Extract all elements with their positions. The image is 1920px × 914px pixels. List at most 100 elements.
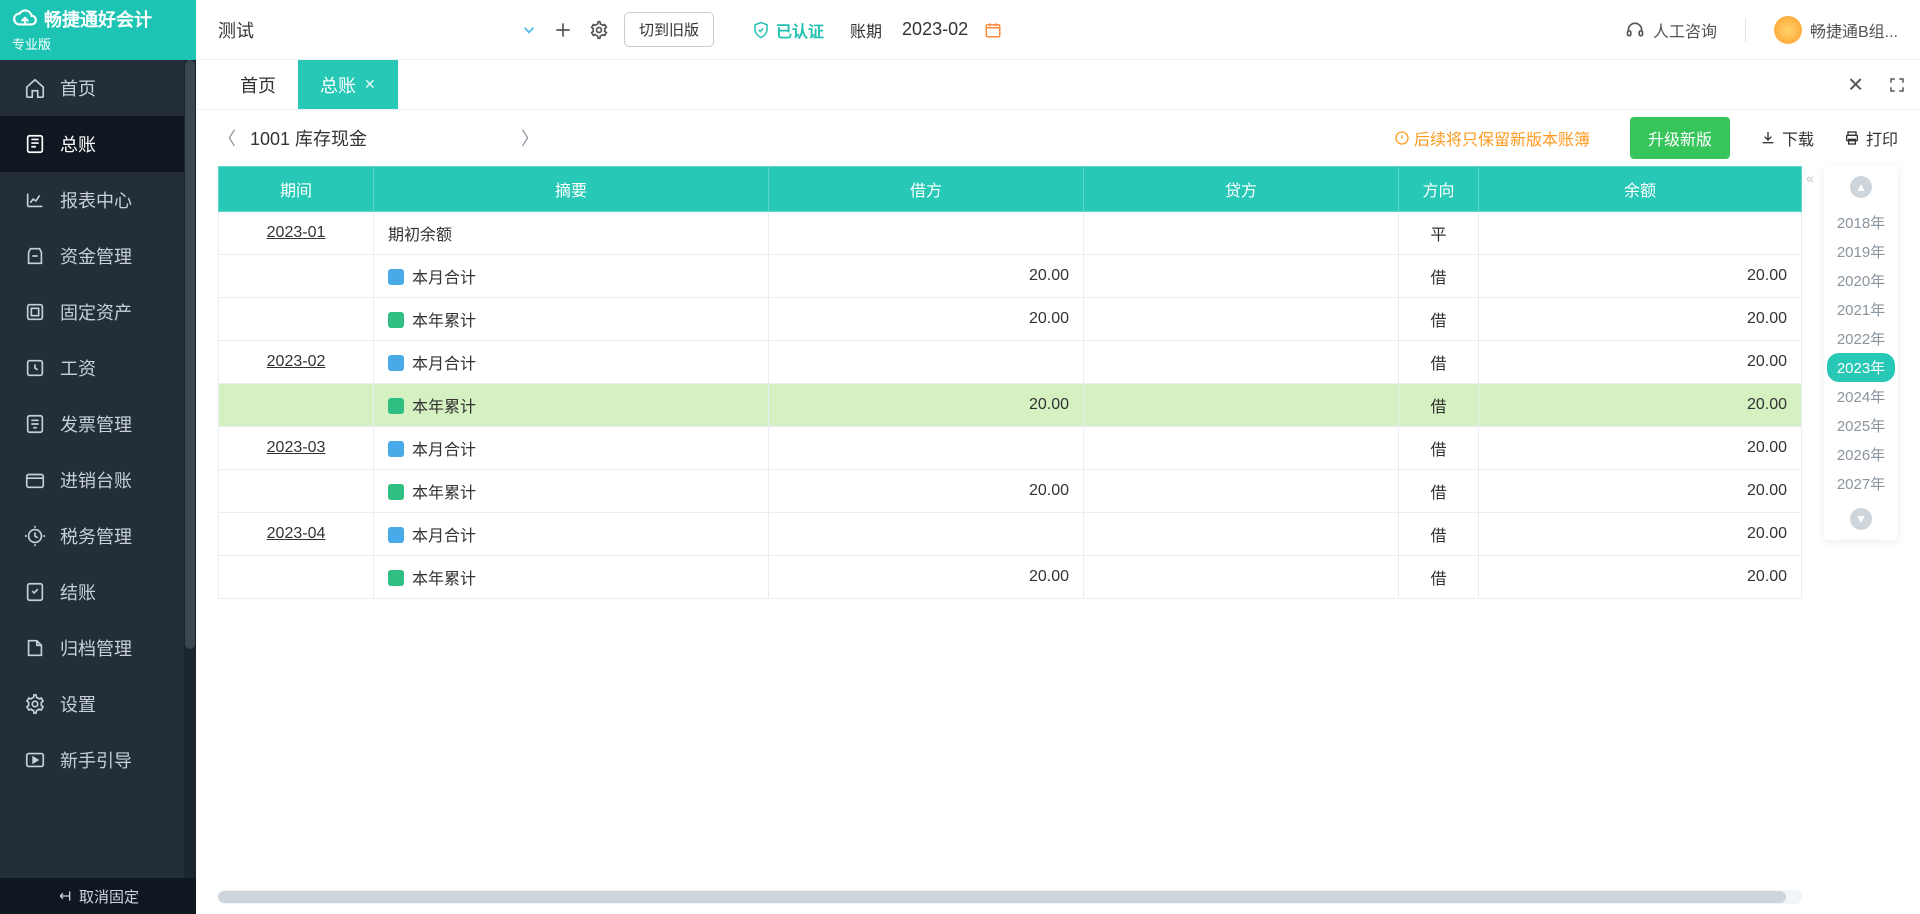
year-option[interactable]: 2023年 — [1827, 353, 1895, 382]
summary-type-icon — [388, 312, 404, 328]
print-button[interactable]: 打印 — [1844, 126, 1898, 150]
consult-button[interactable]: 人工咨询 — [1625, 18, 1717, 42]
upgrade-notice: 后续将只保留新版本账簿 — [1394, 126, 1590, 150]
table-row[interactable]: 本月合计20.00借20.00 — [219, 255, 1802, 298]
tab-strip: 首页 总账 ✕ ✕ — [196, 60, 1920, 110]
cell-period — [219, 556, 374, 599]
company-dropdown[interactable]: 测试 — [218, 17, 538, 43]
old-version-button[interactable]: 切到旧版 — [624, 12, 714, 47]
nav-icon — [24, 357, 46, 379]
collapse-years[interactable]: « — [1806, 170, 1814, 186]
cell-period[interactable]: 2023-03 — [219, 427, 374, 470]
user-menu[interactable]: 畅捷通B组... — [1774, 16, 1898, 44]
summary-type-icon — [388, 441, 404, 457]
upgrade-button[interactable]: 升级新版 — [1630, 117, 1730, 159]
table-row[interactable]: 本年累计20.00借20.00 — [219, 384, 1802, 427]
cell-summary: 本年累计 — [374, 298, 769, 341]
sidebar-item-10[interactable]: 归档管理 — [0, 620, 196, 676]
year-option[interactable]: 2026年 — [1827, 440, 1895, 469]
settings-button[interactable] — [588, 19, 610, 41]
cell-credit — [1084, 212, 1399, 255]
year-option[interactable]: 2022年 — [1827, 324, 1895, 353]
cell-period — [219, 298, 374, 341]
nav-icon — [24, 525, 46, 547]
cell-direction: 借 — [1399, 556, 1479, 599]
cell-summary: 本月合计 — [374, 513, 769, 556]
year-scroll-up[interactable]: ▲ — [1850, 176, 1872, 198]
prev-account[interactable]: 〈 — [218, 125, 236, 151]
summary-type-icon — [388, 398, 404, 414]
table-row[interactable]: 本年累计20.00借20.00 — [219, 298, 1802, 341]
download-button[interactable]: 下载 — [1760, 126, 1814, 150]
cell-summary: 本月合计 — [374, 341, 769, 384]
close-all-tabs[interactable]: ✕ — [1847, 72, 1864, 97]
verified-badge[interactable]: 已认证 — [752, 18, 824, 42]
col-summary: 摘要 — [374, 167, 769, 212]
fullscreen-button[interactable] — [1888, 76, 1906, 94]
sidebar-item-6[interactable]: 发票管理 — [0, 396, 196, 452]
year-option[interactable]: 2018年 — [1827, 208, 1895, 237]
sidebar-item-label: 总账 — [60, 131, 96, 157]
sidebar-item-label: 新手引导 — [60, 747, 132, 773]
cell-summary: 期初余额 — [374, 212, 769, 255]
unpin-button[interactable]: 取消固定 — [0, 878, 196, 914]
sidebar-scrollbar[interactable] — [184, 60, 196, 878]
user-name: 畅捷通B组... — [1810, 18, 1898, 42]
sidebar-item-0[interactable]: 首页 — [0, 60, 196, 116]
cell-direction: 借 — [1399, 513, 1479, 556]
cell-debit: 20.00 — [769, 298, 1084, 341]
sidebar-item-11[interactable]: 设置 — [0, 676, 196, 732]
topbar: 测试 切到旧版 已认证 账期 2023-02 人工咨询 畅捷通B组... — [196, 0, 1920, 60]
horizontal-scrollbar[interactable] — [218, 890, 1802, 904]
table-row[interactable]: 2023-04本月合计借20.00 — [219, 513, 1802, 556]
sidebar-item-4[interactable]: 固定资产 — [0, 284, 196, 340]
cell-debit — [769, 513, 1084, 556]
tab-home[interactable]: 首页 — [218, 60, 298, 109]
divider — [1745, 18, 1746, 42]
sidebar-item-8[interactable]: 税务管理 — [0, 508, 196, 564]
cell-credit — [1084, 470, 1399, 513]
year-option[interactable]: 2021年 — [1827, 295, 1895, 324]
year-option[interactable]: 2024年 — [1827, 382, 1895, 411]
table-row[interactable]: 本年累计20.00借20.00 — [219, 556, 1802, 599]
expand-icon — [1888, 76, 1906, 94]
next-account[interactable]: 〉 — [521, 125, 539, 151]
tab-ledger[interactable]: 总账 ✕ — [298, 60, 398, 109]
nav-icon — [24, 749, 46, 771]
cell-credit — [1084, 384, 1399, 427]
shield-check-icon — [752, 21, 770, 39]
sidebar-item-7[interactable]: 进销台账 — [0, 452, 196, 508]
table-row[interactable]: 本年累计20.00借20.00 — [219, 470, 1802, 513]
year-option[interactable]: 2019年 — [1827, 237, 1895, 266]
close-icon[interactable]: ✕ — [364, 76, 376, 93]
year-option[interactable]: 2025年 — [1827, 411, 1895, 440]
cell-period[interactable]: 2023-04 — [219, 513, 374, 556]
table-row[interactable]: 2023-02本月合计借20.00 — [219, 341, 1802, 384]
brand-edition: 专业版 — [12, 34, 184, 53]
cell-debit: 20.00 — [769, 384, 1084, 427]
sidebar-item-12[interactable]: 新手引导 — [0, 732, 196, 788]
sidebar-item-label: 发票管理 — [60, 411, 132, 437]
nav-icon — [24, 77, 46, 99]
cell-period[interactable]: 2023-02 — [219, 341, 374, 384]
summary-type-icon — [388, 570, 404, 586]
cell-balance: 20.00 — [1479, 255, 1802, 298]
period-picker-button[interactable] — [982, 19, 1004, 41]
table-row[interactable]: 2023-01期初余额平 — [219, 212, 1802, 255]
table-row[interactable]: 2023-03本月合计借20.00 — [219, 427, 1802, 470]
sidebar-item-5[interactable]: 工资 — [0, 340, 196, 396]
sidebar-item-2[interactable]: 报表中心 — [0, 172, 196, 228]
cell-period — [219, 384, 374, 427]
cell-direction: 借 — [1399, 384, 1479, 427]
add-button[interactable] — [552, 19, 574, 41]
year-option[interactable]: 2020年 — [1827, 266, 1895, 295]
cell-period[interactable]: 2023-01 — [219, 212, 374, 255]
period-value: 2023-02 — [902, 19, 968, 40]
headset-icon — [1625, 20, 1645, 40]
year-option[interactable]: 2027年 — [1827, 469, 1895, 498]
sidebar-item-label: 工资 — [60, 355, 96, 381]
sidebar-item-9[interactable]: 结账 — [0, 564, 196, 620]
sidebar-item-3[interactable]: 资金管理 — [0, 228, 196, 284]
year-scroll-down[interactable]: ▼ — [1850, 508, 1872, 530]
sidebar-item-1[interactable]: 总账 — [0, 116, 196, 172]
